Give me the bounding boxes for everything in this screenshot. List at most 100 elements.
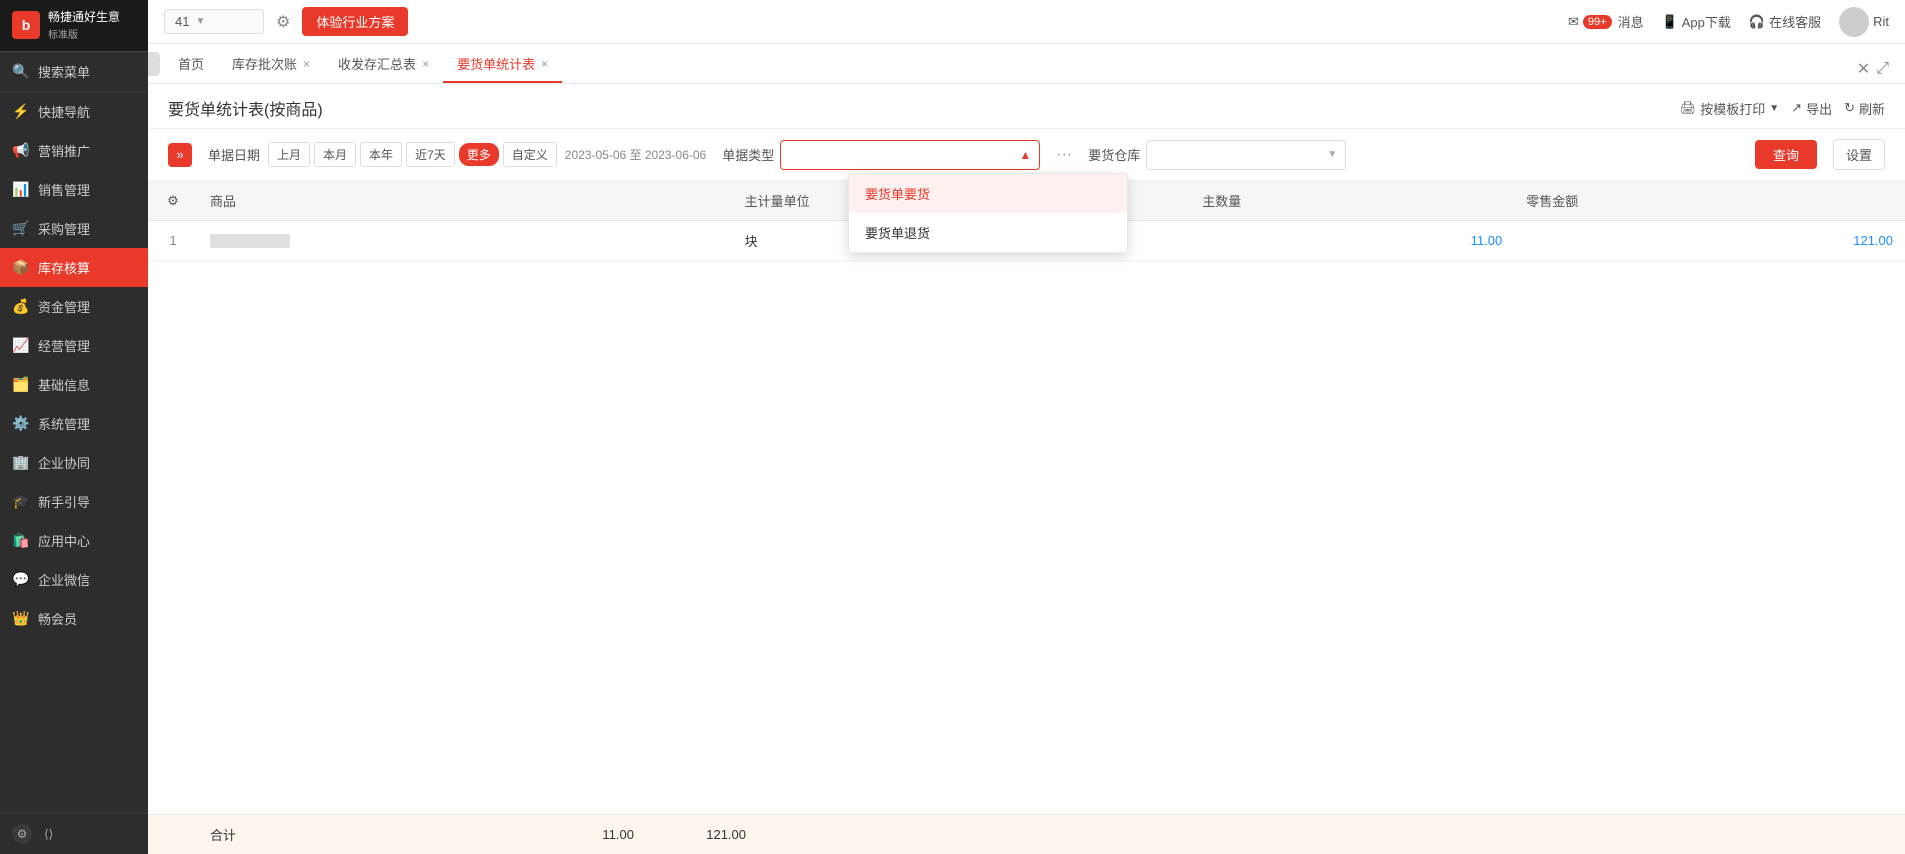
type-filter-label: 单据类型 <box>722 145 774 164</box>
tab-order-summary-close[interactable]: × <box>541 57 548 71</box>
more-options-icon[interactable]: ··· <box>1056 146 1072 164</box>
row-quantity[interactable]: 11.00 <box>1190 221 1514 261</box>
row-index: 1 <box>148 221 198 261</box>
tenant-name: 41 <box>175 14 189 29</box>
header-settings-icon[interactable]: ⚙ <box>276 12 290 32</box>
page-actions: 🖨 按模板打印 ▼ ↗ 导出 ↻ 刷新 <box>1680 99 1885 118</box>
inventory-icon: 📦 <box>12 259 30 276</box>
logo-name: 畅捷通好生意 <box>48 10 120 26</box>
print-action[interactable]: 🖨 按模板打印 ▼ <box>1680 99 1779 118</box>
warehouse-filter-group: 要货仓库 ▼ <box>1088 140 1346 170</box>
header-left: 41 ▼ ⚙ 体验行业方案 <box>164 7 408 36</box>
print-label: 按模板打印 <box>1700 99 1765 118</box>
sidebar-item-purchase[interactable]: 🛒 采购管理 <box>0 209 148 248</box>
sidebar-item-finance[interactable]: 💰 资金管理 <box>0 287 148 326</box>
tab-receipt-summary[interactable]: 收发存汇总表 × <box>324 46 443 83</box>
user-avatar-area[interactable]: Rit <box>1839 7 1889 37</box>
user-avatar <box>1839 7 1869 37</box>
sidebar-item-system[interactable]: ⚙️ 系统管理 <box>0 404 148 443</box>
online-service-item[interactable]: 🎧 在线客服 <box>1749 12 1821 31</box>
settings-button[interactable]: 设置 <box>1833 139 1885 170</box>
query-button[interactable]: 查询 <box>1755 140 1817 169</box>
export-action[interactable]: ↗ 导出 <box>1791 99 1832 118</box>
enterprise-icon: 🏢 <box>12 454 30 471</box>
online-service-label: 在线客服 <box>1769 12 1821 31</box>
double-chevron-icon: » <box>176 147 183 162</box>
warehouse-select-box[interactable]: ▼ <box>1146 140 1346 170</box>
top-header: 41 ▼ ⚙ 体验行业方案 ✉ 99+ 消息 📱 App下载 🎧 在线客服 R <box>148 0 1905 44</box>
sidebar-item-marketing[interactable]: 📢 营销推广 <box>0 131 148 170</box>
tab-receipt-summary-close[interactable]: × <box>422 57 429 71</box>
sidebar-search[interactable]: 🔍 搜索菜单 <box>0 52 148 92</box>
tab-inventory-batch[interactable]: 库存批次账 × <box>218 46 324 83</box>
logo-icon: b <box>12 11 40 39</box>
sidebar-item-sales[interactable]: 📊 销售管理 <box>0 170 148 209</box>
message-item[interactable]: ✉ 99+ 消息 <box>1568 12 1644 31</box>
sidebar-expand-btn[interactable]: ⟨⟩ <box>44 827 53 841</box>
sidebar-item-guide[interactable]: 🎓 新手引导 <box>0 482 148 521</box>
product-cell <box>210 234 721 248</box>
date-prev-month-btn[interactable]: 上月 <box>268 142 310 167</box>
footer-quantity: 11.00 <box>546 827 646 842</box>
member-icon: 👑 <box>12 610 30 627</box>
row-amount[interactable]: 121.00 <box>1514 221 1905 261</box>
user-name: Rit <box>1873 14 1889 29</box>
date-curr-month-btn[interactable]: 本月 <box>314 142 356 167</box>
wechat-icon: 💬 <box>12 571 30 588</box>
message-badge: 99+ <box>1583 15 1612 29</box>
refresh-action[interactable]: ↻ 刷新 <box>1844 99 1885 118</box>
sidebar-collapse-btn[interactable]: ‹ <box>148 52 160 76</box>
system-icon: ⚙️ <box>12 415 30 432</box>
page-header: 要货单统计表(按商品) 🖨 按模板打印 ▼ ↗ 导出 ↻ 刷新 <box>148 84 1905 129</box>
dropdown-item-order-return[interactable]: 要货单退货 <box>849 213 1127 252</box>
date-range-display: 2023-05-06 至 2023-06-06 <box>565 146 706 163</box>
export-label: 导出 <box>1806 99 1832 118</box>
phone-icon: 📱 <box>1662 14 1678 30</box>
sidebar-item-member[interactable]: 👑 畅会员 <box>0 599 148 638</box>
tab-home[interactable]: 首页 <box>164 46 218 83</box>
tab-expand-icon[interactable]: ⤢ <box>1876 60 1889 78</box>
tenant-chevron-icon: ▼ <box>195 16 205 27</box>
type-select-chevron-icon: ▲ <box>1019 148 1031 162</box>
footer-amount: 121.00 <box>646 827 746 842</box>
warehouse-label: 要货仓库 <box>1088 145 1140 164</box>
print-icon: 🖨 <box>1680 100 1697 116</box>
tab-order-summary[interactable]: 要货单统计表 × <box>443 46 562 83</box>
sidebar-item-appstore[interactable]: 🛍️ 应用中心 <box>0 521 148 560</box>
app-download-item[interactable]: 📱 App下载 <box>1662 12 1731 31</box>
date-buttons: 上月 本月 本年 近7天 更多 自定义 <box>268 142 557 167</box>
dropdown-item-order-goods[interactable]: 要货单要货 <box>849 174 1127 213</box>
product-bar <box>210 234 290 248</box>
sidebar-item-basic[interactable]: 🗂️ 基础信息 <box>0 365 148 404</box>
headset-icon: 🎧 <box>1749 14 1765 30</box>
filter-toggle-btn[interactable]: » <box>168 143 192 167</box>
type-select-box[interactable]: ▲ <box>780 140 1040 170</box>
tab-order-summary-label: 要货单统计表 <box>457 54 535 73</box>
tab-inventory-batch-close[interactable]: × <box>303 57 310 71</box>
sidebar-item-operations[interactable]: 📈 经营管理 <box>0 326 148 365</box>
date-custom-btn[interactable]: 自定义 <box>503 142 557 167</box>
row-product <box>198 221 733 261</box>
sidebar-item-quick-nav[interactable]: ⚡ 快捷导航 <box>0 92 148 131</box>
sidebar-nav: 🔍 搜索菜单 ⚡ 快捷导航 📢 营销推广 📊 销售管理 🛒 采购管理 📦 库存核… <box>0 52 148 813</box>
finance-icon: 💰 <box>12 298 30 315</box>
app-download-label: App下载 <box>1682 12 1731 31</box>
sidebar-item-inventory[interactable]: 📦 库存核算 <box>0 248 148 287</box>
refresh-label: 刷新 <box>1859 99 1885 118</box>
tenant-selector[interactable]: 41 ▼ <box>164 9 264 34</box>
date-more-btn[interactable]: 更多 <box>459 143 499 166</box>
sidebar-item-enterprise[interactable]: 🏢 企业协同 <box>0 443 148 482</box>
tab-close-all-icon[interactable]: ✕ <box>1857 59 1870 79</box>
sidebar-logo: b 畅捷通好生意 标准版 <box>0 0 148 52</box>
date-7days-btn[interactable]: 近7天 <box>406 142 455 167</box>
settings-bottom-icon[interactable]: ⚙ <box>12 824 32 844</box>
date-curr-year-btn[interactable]: 本年 <box>360 142 402 167</box>
sidebar-item-wechat[interactable]: 💬 企业微信 <box>0 560 148 599</box>
trial-button[interactable]: 体验行业方案 <box>302 7 408 36</box>
col-settings[interactable]: ⚙ <box>148 181 198 221</box>
page-content: 要货单统计表(按商品) 🖨 按模板打印 ▼ ↗ 导出 ↻ 刷新 <box>148 84 1905 854</box>
tab-receipt-summary-label: 收发存汇总表 <box>338 54 416 73</box>
sidebar: b 畅捷通好生意 标准版 ‹ 🔍 搜索菜单 ⚡ 快捷导航 📢 营销推广 📊 销售… <box>0 0 148 854</box>
print-chevron-icon: ▼ <box>1769 103 1779 114</box>
main-area: 41 ▼ ⚙ 体验行业方案 ✉ 99+ 消息 📱 App下载 🎧 在线客服 R <box>148 0 1905 854</box>
